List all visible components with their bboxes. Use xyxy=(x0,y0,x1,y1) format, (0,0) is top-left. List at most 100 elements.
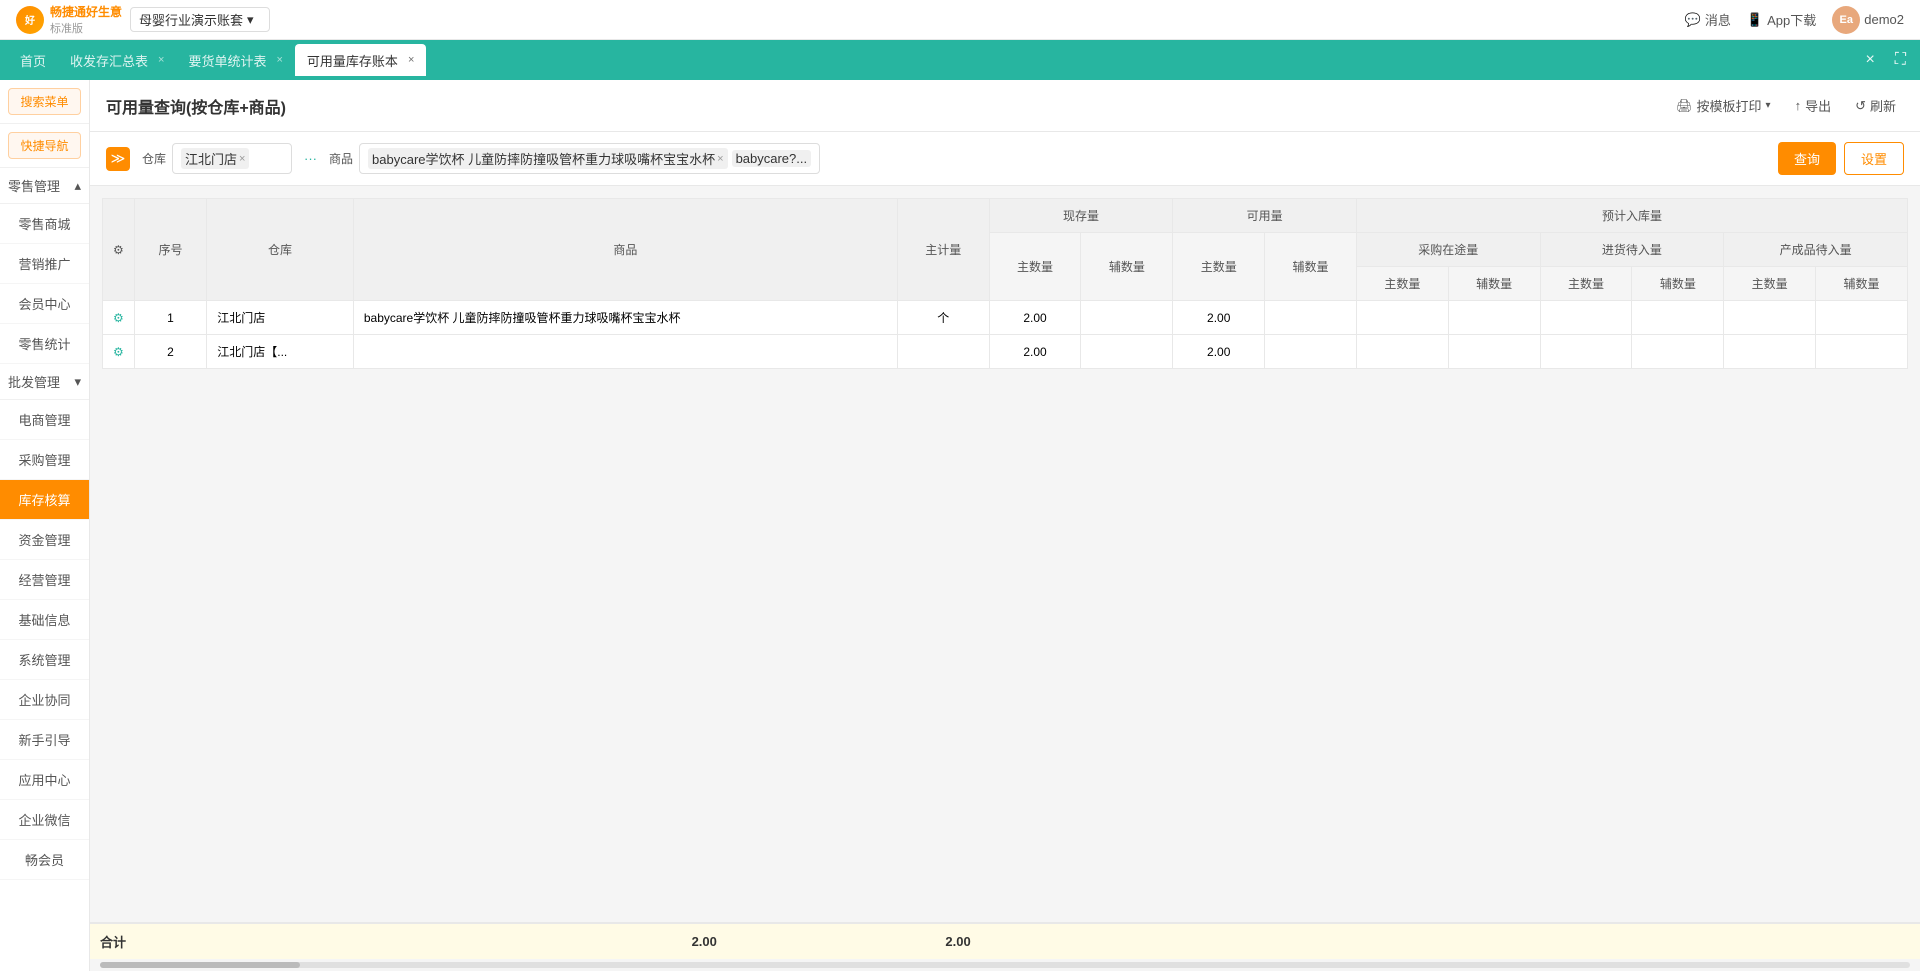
tab-order-stats-close[interactable]: × xyxy=(276,54,282,66)
scroll-bar-track[interactable] xyxy=(100,962,1910,968)
sidebar-item-purchase[interactable]: 采购管理 xyxy=(0,440,89,480)
sidebar-search-area: 搜索菜单 xyxy=(0,80,89,124)
sidebar-item-system[interactable]: 系统管理 xyxy=(0,640,89,680)
tab-stock-summary[interactable]: 收发存汇总表 × xyxy=(58,44,176,76)
sidebar-item-new-guide[interactable]: 新手引导 xyxy=(0,720,89,760)
page-actions: 🖨 按模板打印 ▾ ↑ 导出 ↺ 刷新 xyxy=(1668,92,1904,119)
warehouse-filter: 仓库 江北门店 × xyxy=(142,143,292,174)
sidebar-item-pro-member[interactable]: 畅会员 xyxy=(0,840,89,880)
tab-close-all-icon[interactable]: × xyxy=(1859,49,1880,71)
warehouse-value-box[interactable]: 江北门店 × xyxy=(172,143,292,174)
col-unit-header: 主计量 xyxy=(897,199,989,301)
row-incoming-sub xyxy=(1632,335,1724,369)
tab-available-inventory-close[interactable]: × xyxy=(408,54,414,66)
tab-order-stats-label: 要货单统计表 xyxy=(188,51,266,70)
row-settings[interactable]: ⚙ xyxy=(103,335,135,369)
row-unit: 个 xyxy=(897,301,989,335)
sidebar-item-wholesale-mgmt-label: 批发管理 xyxy=(8,372,60,391)
print-arrow-icon: ▾ xyxy=(1766,100,1771,111)
row-produced-main xyxy=(1724,335,1816,369)
tab-fullscreen-icon[interactable]: ⛶ xyxy=(1889,49,1912,71)
product-tag-1-close-icon[interactable]: × xyxy=(717,153,723,165)
product-value-box[interactable]: babycare学饮杯 儿童防摔防撞吸管杯重力球吸嘴杯宝宝水杯 × babyca… xyxy=(359,143,820,174)
col-avail-main-header: 主数量 xyxy=(1173,233,1265,301)
quick-nav-button[interactable]: 快捷导航 xyxy=(8,132,81,159)
col-incoming-main-header: 主数量 xyxy=(1540,267,1632,301)
footer-label: 合计 xyxy=(100,932,260,951)
col-purchase-sub-header: 辅数量 xyxy=(1448,267,1540,301)
settings-button[interactable]: 设置 xyxy=(1844,142,1904,175)
row-incoming-main xyxy=(1540,301,1632,335)
footer-avail-main: 2.00 xyxy=(895,934,1022,949)
export-label: 导出 xyxy=(1805,96,1831,115)
row-avail-sub xyxy=(1265,335,1357,369)
refresh-action[interactable]: ↺ 刷新 xyxy=(1847,92,1904,119)
download-action[interactable]: 📱 App下载 xyxy=(1747,10,1816,29)
export-action[interactable]: ↑ 导出 xyxy=(1787,92,1840,119)
sidebar-item-ops-mgmt[interactable]: 经营管理 xyxy=(0,560,89,600)
sidebar-item-retail-mgmt-label: 零售管理 xyxy=(8,176,60,195)
footer-stock-sub xyxy=(768,934,895,949)
filter-more-dots[interactable]: ··· xyxy=(304,151,317,166)
table-row: ⚙ 2 江北门店【... 2.00 2.00 xyxy=(103,335,1908,369)
row-avail-sub xyxy=(1265,301,1357,335)
sidebar-item-retail-mall-label: 零售商城 xyxy=(18,214,70,233)
sidebar-item-purchase-label: 采购管理 xyxy=(18,450,70,469)
tab-bar-right: × ⛶ xyxy=(1859,49,1912,71)
scroll-bar-thumb[interactable] xyxy=(100,962,300,968)
filter-actions: 查询 设置 xyxy=(1778,142,1904,175)
sidebar-item-wholesale-mgmt[interactable]: 批发管理 ▾ xyxy=(0,364,89,400)
filter-area: ≫ 仓库 江北门店 × ··· 商品 babycare学饮杯 儿童防摔防撞吸管杯… xyxy=(90,132,1920,186)
search-menu-button[interactable]: 搜索菜单 xyxy=(8,88,81,115)
sidebar-item-retail-mall[interactable]: 零售商城 xyxy=(0,204,89,244)
row-stock-sub xyxy=(1081,301,1173,335)
logo-text: 畅捷通好生意 xyxy=(50,3,122,20)
message-label: 消息 xyxy=(1705,10,1731,29)
sidebar-item-ops-mgmt-label: 经营管理 xyxy=(18,570,70,589)
sidebar-item-app-center[interactable]: 应用中心 xyxy=(0,760,89,800)
col-incoming-sub-header: 辅数量 xyxy=(1632,267,1724,301)
tab-stock-summary-close[interactable]: × xyxy=(158,54,164,66)
logo-icon: 好 xyxy=(16,6,44,34)
print-action[interactable]: 🖨 按模板打印 ▾ xyxy=(1668,92,1779,119)
sidebar-item-enterprise[interactable]: 企业协同 xyxy=(0,680,89,720)
sidebar-item-new-guide-label: 新手引导 xyxy=(18,730,70,749)
sidebar-item-marketing-label: 营销推广 xyxy=(18,254,70,273)
col-stock-group-header: 现存量 xyxy=(989,199,1173,233)
row-incoming-sub xyxy=(1632,301,1724,335)
sidebar-item-ecommerce-label: 电商管理 xyxy=(18,410,70,429)
col-avail-sub-header: 辅数量 xyxy=(1265,233,1357,301)
tab-available-inventory[interactable]: 可用量库存账本 × xyxy=(295,44,426,76)
footer-spacer-warehouse xyxy=(260,934,387,949)
footer-purchase-main xyxy=(1148,934,1275,949)
row-settings[interactable]: ⚙ xyxy=(103,301,135,335)
sidebar-item-retail-mgmt[interactable]: 零售管理 ▴ xyxy=(0,168,89,204)
sidebar-item-inventory[interactable]: 库存核算 xyxy=(0,480,89,520)
company-selector[interactable]: 母婴行业演示账套 ▾ xyxy=(130,7,270,32)
logo-area: 好 畅捷通好生意 标准版 xyxy=(16,3,122,36)
message-action[interactable]: 💬 消息 xyxy=(1685,10,1731,29)
col-settings-header[interactable]: ⚙ xyxy=(103,199,135,301)
refresh-label: 刷新 xyxy=(1870,96,1896,115)
row-unit xyxy=(897,335,989,369)
warehouse-tag-close-icon[interactable]: × xyxy=(239,153,245,165)
sidebar-item-finance[interactable]: 资金管理 xyxy=(0,520,89,560)
sidebar-item-member[interactable]: 会员中心 xyxy=(0,284,89,324)
sidebar-item-ecommerce[interactable]: 电商管理 xyxy=(0,400,89,440)
tab-home[interactable]: 首页 xyxy=(8,44,58,76)
col-incoming-group-header: 进货待入量 xyxy=(1540,233,1724,267)
filter-toggle-button[interactable]: ≫ xyxy=(106,147,130,171)
sidebar-item-basic-info[interactable]: 基础信息 xyxy=(0,600,89,640)
product-tag-1: babycare学饮杯 儿童防摔防撞吸管杯重力球吸嘴杯宝宝水杯 × xyxy=(368,148,728,169)
sidebar-item-enterprise-wx[interactable]: 企业微信 xyxy=(0,800,89,840)
col-produced-main-header: 主数量 xyxy=(1724,267,1816,301)
sidebar-item-retail-stats[interactable]: 零售统计 xyxy=(0,324,89,364)
row-purchase-sub xyxy=(1448,335,1540,369)
user-area[interactable]: Ea demo2 xyxy=(1832,6,1904,34)
sidebar-item-finance-label: 资金管理 xyxy=(18,530,70,549)
download-icon: 📱 xyxy=(1747,12,1763,28)
tab-order-stats[interactable]: 要货单统计表 × xyxy=(176,44,294,76)
sidebar-item-marketing[interactable]: 营销推广 xyxy=(0,244,89,284)
footer-produced-main xyxy=(1656,934,1783,949)
query-button[interactable]: 查询 xyxy=(1778,142,1836,175)
